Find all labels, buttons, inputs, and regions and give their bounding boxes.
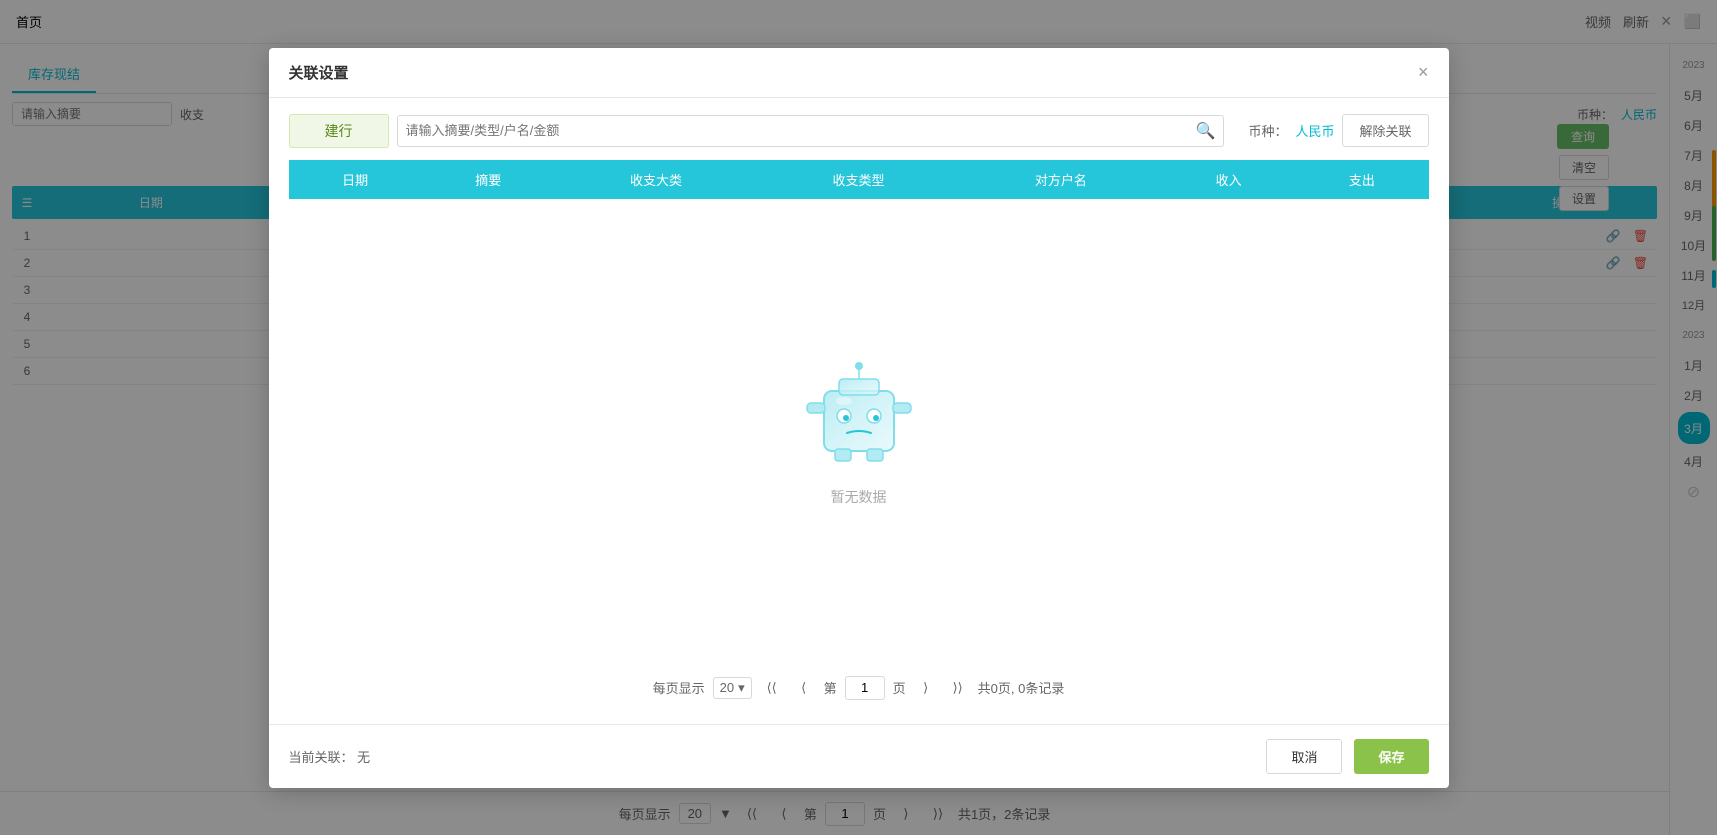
- col-category: 收支大类: [555, 160, 757, 199]
- currency-value: 人民币: [1295, 121, 1334, 140]
- page-unit: 页: [893, 678, 906, 697]
- total-info: 共0页, 0条记录: [978, 678, 1065, 697]
- page-number-input[interactable]: [845, 676, 885, 700]
- save-button[interactable]: 保存: [1354, 739, 1428, 774]
- next-page-btn[interactable]: ⟩: [914, 676, 938, 700]
- page-size-selector[interactable]: 20 ▾: [713, 677, 752, 699]
- currency-label: 币种：: [1248, 121, 1287, 140]
- modal-table: 日期 摘要 收支大类 收支类型 对方户名 收入 支出: [289, 160, 1429, 199]
- first-page-btn[interactable]: ⟨⟨: [760, 676, 784, 700]
- empty-icon: [799, 351, 919, 471]
- empty-text: 暂无数据: [831, 487, 887, 507]
- modal-dialog: 关联设置 × 建行 🔍 币种： 人民币 解除关联 日期: [269, 48, 1449, 788]
- cancel-button[interactable]: 取消: [1266, 739, 1342, 774]
- search-input-wrap: 🔍: [397, 115, 1225, 147]
- modal-close-btn[interactable]: ×: [1418, 63, 1429, 81]
- current-link-info: 当前关联： 无: [289, 747, 371, 766]
- prev-page-btn[interactable]: ⟨: [792, 676, 816, 700]
- table-header: 日期 摘要 收支大类 收支类型 对方户名 收入 支出: [289, 160, 1429, 199]
- bank-tag: 建行: [289, 114, 389, 148]
- col-income: 收入: [1162, 160, 1295, 199]
- modal-title: 关联设置: [289, 62, 349, 83]
- modal-search-input[interactable]: [406, 123, 1196, 138]
- search-icon[interactable]: 🔍: [1196, 121, 1216, 141]
- modal-footer: 当前关联： 无 取消 保存: [269, 724, 1449, 788]
- search-row: 建行 🔍 币种： 人民币 解除关联: [289, 114, 1429, 148]
- modal-overlay: 关联设置 × 建行 🔍 币种： 人民币 解除关联 日期: [0, 0, 1717, 835]
- modal-header: 关联设置 ×: [269, 48, 1449, 98]
- col-summary: 摘要: [422, 160, 555, 199]
- unlink-btn[interactable]: 解除关联: [1342, 114, 1428, 147]
- footer-buttons: 取消 保存: [1266, 739, 1428, 774]
- col-expense: 支出: [1295, 160, 1428, 199]
- col-counterpart: 对方户名: [960, 160, 1162, 199]
- current-link-value: 无: [357, 750, 370, 765]
- page-size-label: 每页显示: [653, 678, 705, 697]
- modal-body: 建行 🔍 币种： 人民币 解除关联 日期 摘要 收支大类 收支类型: [269, 98, 1449, 724]
- col-date: 日期: [289, 160, 422, 199]
- page-label: 第: [824, 678, 837, 697]
- empty-state: 暂无数据: [289, 199, 1429, 660]
- col-type: 收支类型: [757, 160, 959, 199]
- last-page-btn[interactable]: ⟩⟩: [946, 676, 970, 700]
- pagination-row: 每页显示 20 ▾ ⟨⟨ ⟨ 第 页 ⟩ ⟩⟩ 共0页, 0条记录: [289, 660, 1429, 708]
